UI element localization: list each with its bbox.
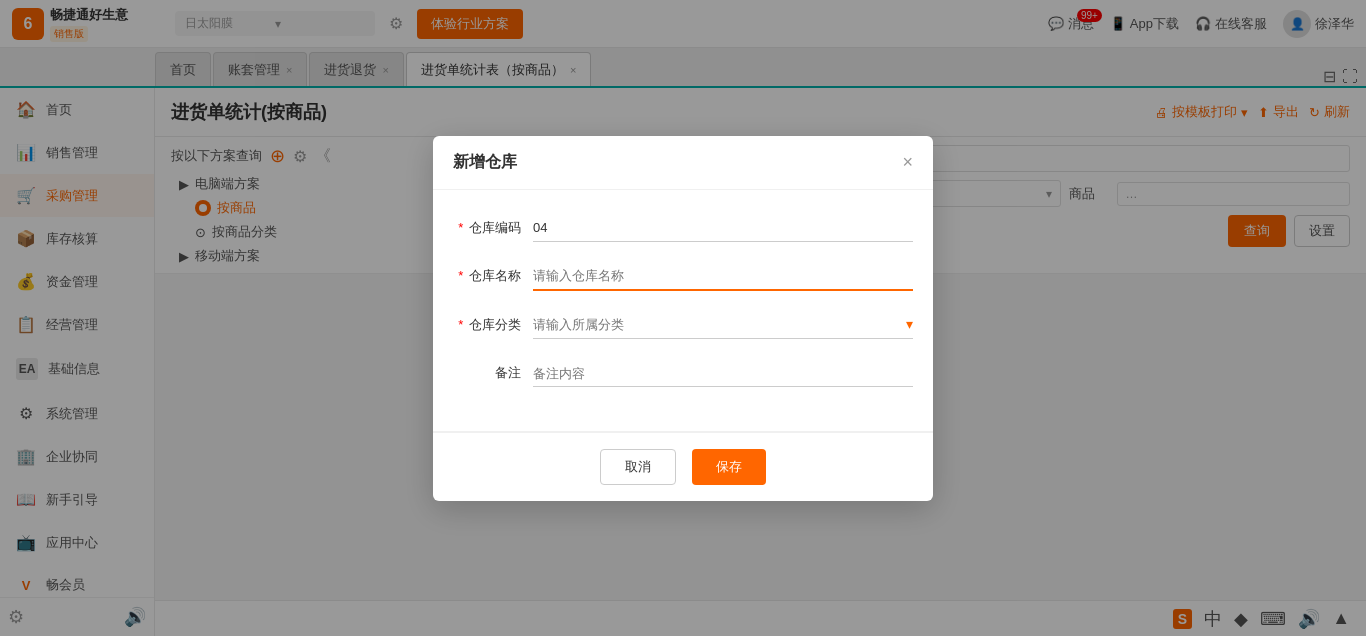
category-dropdown-icon: ▾ [906,316,913,332]
category-select[interactable]: ▾ [533,311,913,339]
remark-label: 备注 [453,364,533,382]
form-row-code: * 仓库编码 [453,214,913,242]
dialog-close-btn[interactable]: × [902,152,913,173]
form-row-remark: 备注 [453,359,913,387]
code-input[interactable] [533,214,913,242]
code-label: * 仓库编码 [453,219,533,237]
name-label: * 仓库名称 [453,267,533,285]
save-button[interactable]: 保存 [692,449,766,485]
add-warehouse-dialog: 新增仓库 × * 仓库编码 * 仓库名称 [433,136,933,501]
required-star-name: * [458,268,463,283]
required-star-code: * [458,220,463,235]
dialog-title: 新增仓库 [453,152,517,173]
required-star-category: * [458,317,463,332]
form-row-name: * 仓库名称 [453,262,913,291]
category-input[interactable] [533,311,913,338]
dialog-footer: 取消 保存 [433,432,933,501]
name-input[interactable] [533,262,913,291]
remark-input[interactable] [533,359,913,387]
dialog-header: 新增仓库 × [433,136,933,190]
category-label: * 仓库分类 [453,316,533,334]
cancel-button[interactable]: 取消 [600,449,676,485]
form-row-category: * 仓库分类 ▾ [453,311,913,339]
dialog-body: * 仓库编码 * 仓库名称 * 仓库分类 [433,190,933,431]
modal-overlay: 新增仓库 × * 仓库编码 * 仓库名称 [0,0,1366,636]
